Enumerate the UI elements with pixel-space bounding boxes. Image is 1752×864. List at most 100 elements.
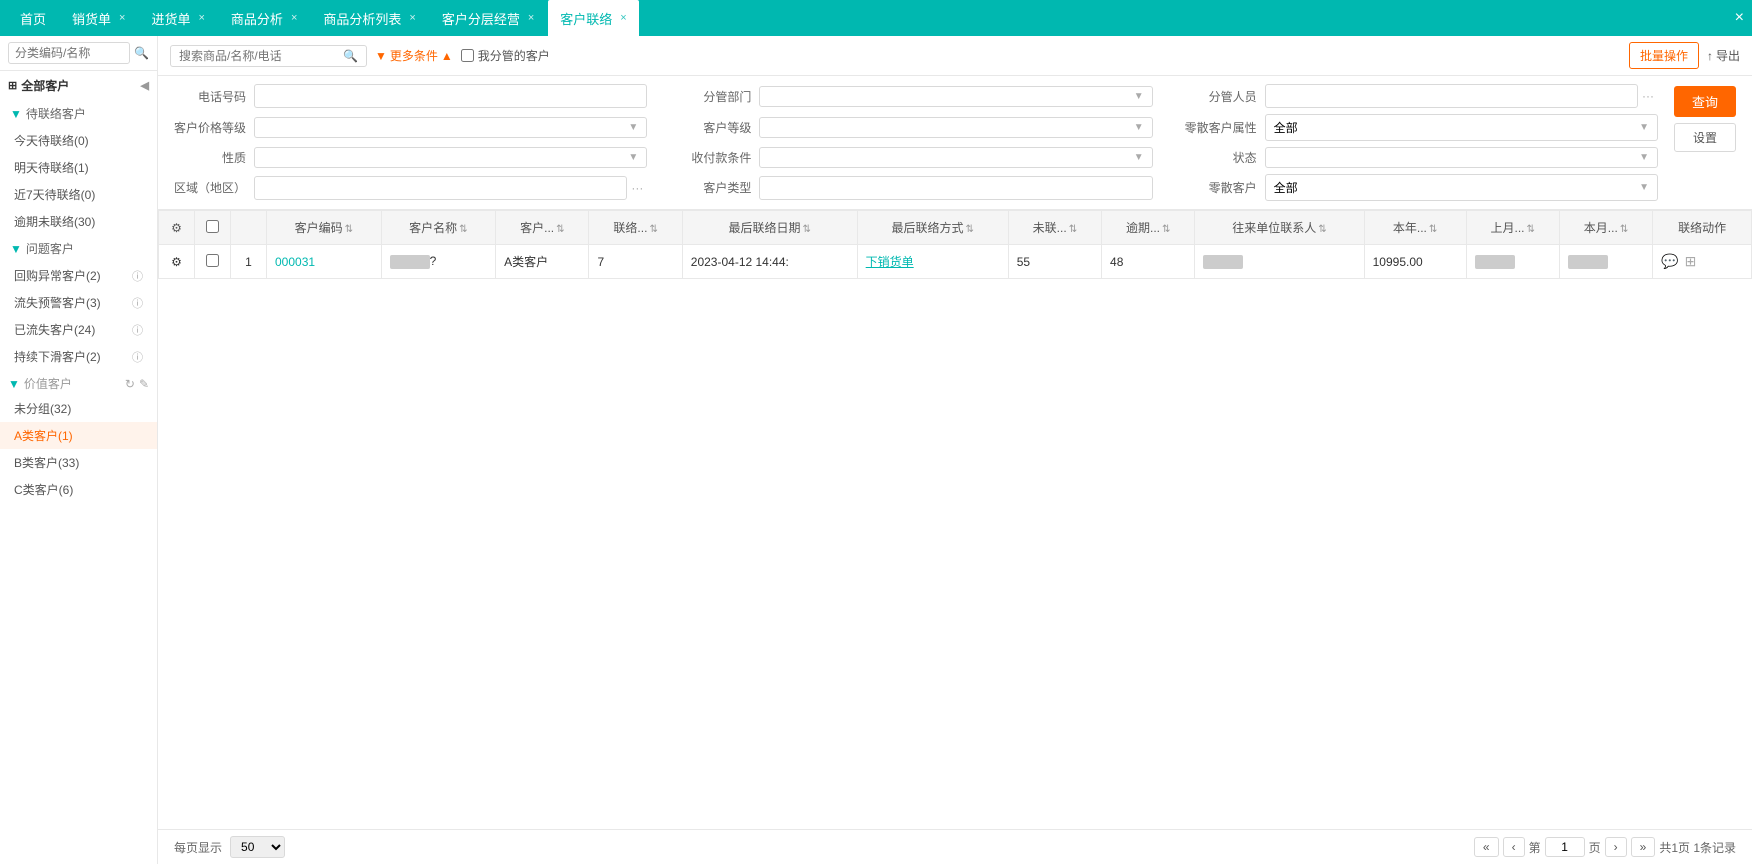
next-page-btn[interactable]: › [1605,837,1627,857]
retail-attr-select[interactable]: 全部 ▼ [1265,114,1658,141]
sidebar-item-value[interactable]: B类客户(33) [0,449,157,476]
col-last-date[interactable]: 最后联络日期⇅ [682,211,857,245]
sidebar-item-problem[interactable]: 回购异常客户(2)ⓘ [0,262,157,289]
cust-type-input[interactable] [759,176,1152,200]
prev-page-btn[interactable]: ‹ [1503,837,1525,857]
select-all-checkbox[interactable] [206,220,219,233]
page-size-label: 每页显示 [174,839,222,856]
sidebar-item-value[interactable]: A类客户(1) [0,422,157,449]
person-ellipsis-icon[interactable]: ··· [1638,89,1658,103]
row-name: ? [381,245,496,279]
col-last-date-sort: ⇅ [803,224,811,235]
region-ellipsis-icon[interactable]: ··· [627,181,647,195]
nav-tab-商品分析[interactable]: 商品分析× [219,0,309,36]
sidebar-item-problem[interactable]: 流失预警客户(3)ⓘ [0,289,157,316]
close-tab-icon[interactable]: × [291,12,297,24]
sidebar-item-pending[interactable]: 今天待联络(0) [0,127,157,154]
info-icon[interactable]: ⓘ [132,268,143,284]
nav-tab-客户分层经营[interactable]: 客户分层经营× [430,0,546,36]
person-input[interactable] [1265,84,1638,108]
filter-row-4: 区域（地区） ··· 客户类型 零散客户 [174,174,1658,201]
page-number-input[interactable] [1545,837,1585,857]
close-tab-icon[interactable]: × [119,12,125,24]
price-grade-select[interactable]: ▼ [254,117,647,138]
row-gear[interactable]: ⚙ [159,245,195,279]
value-refresh-icon[interactable]: ↻ [125,377,135,391]
sidebar-item-pending[interactable]: 明天待联络(1) [0,154,157,181]
status-select[interactable]: ▼ [1265,147,1658,168]
col-name[interactable]: 客户名称⇅ [381,211,496,245]
region-field: 区域（地区） ··· [174,176,647,200]
collapse-icon: ◀ [141,79,149,92]
sidebar-item-problem[interactable]: 已流失客户(24)ⓘ [0,316,157,343]
info-icon[interactable]: ⓘ [132,295,143,311]
col-contact-count[interactable]: 联络...⇅ [589,211,682,245]
page-size-select[interactable]: 50 100 200 [230,836,285,858]
nav-tab-销货单[interactable]: 销货单× [60,0,137,36]
export-btn[interactable]: ↑ 导出 [1707,47,1740,64]
col-year-amount[interactable]: 本年...⇅ [1364,211,1466,245]
close-tab-icon[interactable]: × [198,12,204,24]
col-this-month[interactable]: 本月...⇅ [1559,211,1652,245]
close-tab-icon[interactable]: × [409,12,415,24]
my-customers-check[interactable] [461,49,474,62]
query-btn[interactable]: 查询 [1674,86,1736,117]
col-check[interactable] [195,211,231,245]
col-overdue[interactable]: 逾期...⇅ [1102,211,1195,245]
col-last-method[interactable]: 最后联络方式⇅ [857,211,1008,245]
more-filters-btn[interactable]: ▼ 更多条件 ▲ [375,47,453,64]
search-input[interactable] [179,49,339,63]
col-this-month-sort: ⇅ [1620,224,1628,235]
contact-icon[interactable]: 💬 [1661,253,1678,270]
phone-input[interactable] [254,84,647,108]
sidebar-item-value[interactable]: 未分组(32) [0,395,157,422]
batch-op-btn[interactable]: 批量操作 [1629,42,1699,69]
nav-tab-首页[interactable]: 首页 [8,0,58,36]
detail-icon[interactable]: ⊞ [1685,253,1697,270]
retail-cust-select[interactable]: 全部 ▼ [1265,174,1658,201]
setting-btn[interactable]: 设置 [1674,123,1736,152]
info-icon[interactable]: ⓘ [132,322,143,338]
row-actions: 💬 ⊞ [1653,245,1752,279]
nature-select[interactable]: ▼ [254,147,647,168]
nav-tab-客户联络[interactable]: 客户联络× [548,0,638,36]
nav-tab-商品分析列表[interactable]: 商品分析列表× [311,0,427,36]
col-overdue-sort: ⇅ [1162,224,1170,235]
dept-select[interactable]: ▼ [759,86,1152,107]
close-tab-icon[interactable]: × [620,12,626,24]
nav-tab-进货单[interactable]: 进货单× [139,0,216,36]
cust-grade-select[interactable]: ▼ [759,117,1152,138]
sidebar-item-value[interactable]: C类客户(6) [0,476,157,503]
payment-select[interactable]: ▼ [759,147,1152,168]
row-check[interactable] [195,245,231,279]
col-last-month[interactable]: 上月...⇅ [1466,211,1559,245]
sidebar-item-problem[interactable]: 持续下滑客户(2)ⓘ [0,343,157,370]
col-contacts[interactable]: 往来单位联系人⇅ [1195,211,1364,245]
cust-type-field: 客户类型 [679,176,1152,200]
col-type[interactable]: 客户...⇅ [496,211,589,245]
region-input[interactable] [254,176,627,200]
col-uncontacted[interactable]: 未联...⇅ [1008,211,1101,245]
cust-grade-field: 客户等级 ▼ [679,117,1152,138]
sidebar-search-icon[interactable]: 🔍 [134,46,149,60]
close-tab-icon[interactable]: × [528,12,534,24]
search-icon[interactable]: 🔍 [343,49,358,63]
col-code[interactable]: 客户编码⇅ [267,211,382,245]
row-contact-count: 7 [589,245,682,279]
sidebar-item-pending[interactable]: 逾期未联络(30) [0,208,157,235]
all-customers-header[interactable]: ⊞ 全部客户 ◀ [0,71,157,100]
first-page-btn[interactable]: « [1474,837,1499,857]
sidebar-item-pending[interactable]: 近7天待联络(0) [0,181,157,208]
my-customers-checkbox[interactable]: 我分管的客户 [461,47,550,64]
col-gear[interactable]: ⚙ [159,211,195,245]
filter-row-1: 电话号码 分管部门 ▼ 分管人员 [174,84,1658,108]
sidebar-search-input[interactable] [8,42,130,64]
last-page-btn[interactable]: » [1631,837,1656,857]
content-area: 🔍 ▼ 更多条件 ▲ 我分管的客户 批量操作 ↑ 导出 [158,36,1752,864]
row-code[interactable]: 000031 [267,245,382,279]
close-all-btn[interactable]: × [1735,9,1744,27]
row-checkbox[interactable] [206,254,219,267]
info-icon[interactable]: ⓘ [132,349,143,365]
row-last-method[interactable]: 下销货单 [857,245,1008,279]
value-edit-icon[interactable]: ✎ [139,377,149,391]
